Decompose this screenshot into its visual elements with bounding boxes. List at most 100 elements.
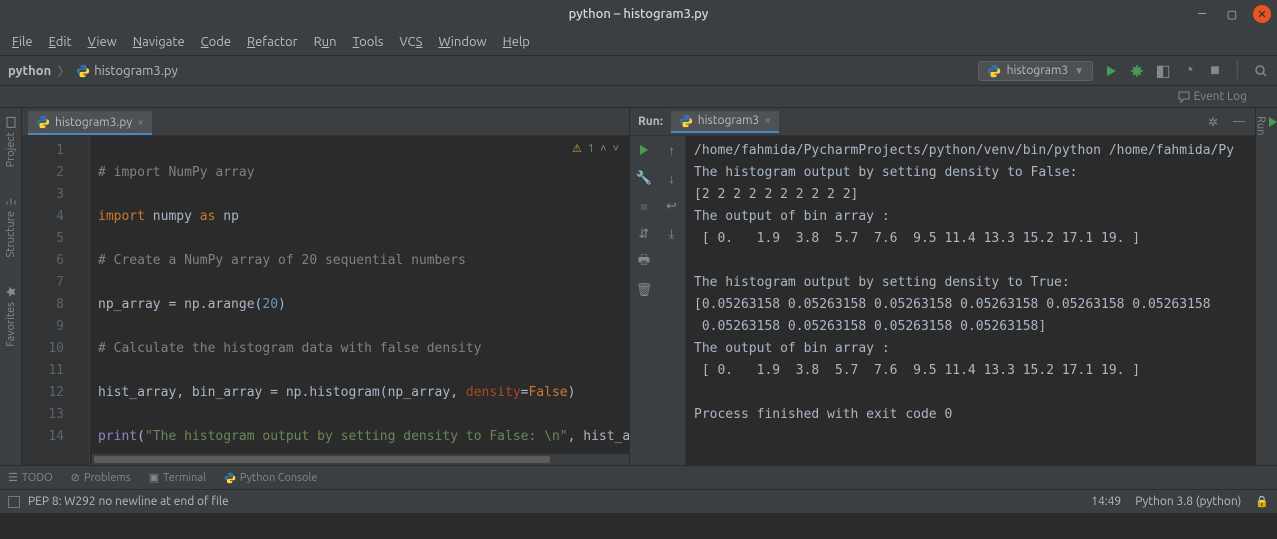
tool-window-problems[interactable]: ⊘Problems	[71, 471, 131, 484]
project-icon	[5, 116, 17, 128]
soft-wrap-button[interactable]: ↩	[664, 198, 680, 214]
main-area: Project Structure Favorites histogram3.p…	[0, 108, 1277, 465]
stop-button[interactable]: ■	[1207, 63, 1223, 79]
menu-file[interactable]: File	[6, 33, 39, 51]
tool-window-todo[interactable]: ☰TODO	[8, 471, 53, 484]
sidebar-tab-project[interactable]: Project	[5, 112, 17, 171]
run-button[interactable]	[1103, 63, 1119, 79]
run-icon	[1267, 116, 1277, 128]
run-tab-active[interactable]: histogram3 ×	[671, 111, 779, 133]
line-gutter: 1234567891011121314	[22, 136, 72, 465]
run-header: Run: histogram3 × ✲ —	[630, 108, 1255, 136]
nav-toolbar: python 〉 histogram3.py histogram3 ▼ ◧ ◔ …	[0, 56, 1277, 86]
main-menubar: File Edit View Navigate Code Refactor Ru…	[0, 28, 1277, 56]
minimize-button[interactable]: ─	[1193, 5, 1211, 23]
status-message: PEP 8: W292 no newline at end of file	[28, 495, 229, 508]
tool-button[interactable]: 🔧	[636, 170, 652, 186]
delete-button[interactable]: 🗑	[636, 282, 652, 298]
gutter-border	[72, 136, 90, 465]
code-area[interactable]: # import NumPy array import numpy as np …	[90, 136, 629, 465]
inspection-count: 1	[588, 143, 594, 155]
window-controls: ─ ▢ ✕	[1193, 5, 1271, 23]
right-tool-strip: Run	[1255, 108, 1277, 465]
chevron-down-icon: ▼	[1074, 65, 1084, 77]
interpreter-label[interactable]: Python 3.8 (python)	[1135, 495, 1241, 508]
menu-vcs[interactable]: VCS	[393, 33, 428, 51]
menu-view[interactable]: View	[82, 33, 123, 51]
speech-bubble-icon	[1178, 91, 1190, 103]
run-toolbar-1: 🔧 ■ ⇵ 🖶 🗑	[630, 136, 658, 465]
left-tool-strip: Project Structure Favorites	[0, 108, 22, 465]
editor-tab-active[interactable]: histogram3.py ×	[28, 111, 152, 135]
menu-window[interactable]: Window	[432, 33, 492, 51]
problems-icon: ⊘	[71, 471, 80, 484]
close-icon[interactable]: ×	[764, 114, 771, 127]
breadcrumb: python 〉 histogram3.py	[8, 61, 178, 80]
close-button[interactable]: ✕	[1253, 5, 1271, 23]
lock-icon[interactable]: 🔒	[1255, 495, 1269, 508]
debug-button[interactable]	[1129, 63, 1145, 79]
chevron-down-icon[interactable]: ˅	[613, 143, 619, 155]
statusbar-tool-button[interactable]	[8, 496, 20, 508]
sidebar-tab-favorites[interactable]: Favorites	[5, 282, 17, 351]
python-file-icon	[36, 115, 50, 129]
rerun-button[interactable]	[636, 142, 652, 158]
editor-tab-label: histogram3.py	[55, 116, 132, 129]
menu-navigate[interactable]: Navigate	[127, 33, 191, 51]
minimize-tool-window-button[interactable]: —	[1231, 114, 1247, 130]
tool-window-python-console[interactable]: Python Console	[224, 472, 317, 484]
python-file-icon	[76, 64, 90, 78]
tool-window-terminal[interactable]: ▣Terminal	[149, 471, 206, 484]
run-tool-window: Run: histogram3 × ✲ — 🔧 ■ ⇵ 🖶 🗑 ↑	[629, 108, 1255, 465]
chevron-up-icon[interactable]: ˄	[600, 143, 606, 155]
event-log-button[interactable]: Event Log	[1178, 90, 1247, 103]
menu-code[interactable]: Code	[195, 33, 237, 51]
settings-icon[interactable]: ✲	[1205, 114, 1221, 130]
search-everywhere-button[interactable]	[1253, 63, 1269, 79]
up-button[interactable]: ↑	[664, 142, 680, 158]
run-tab-label: histogram3	[698, 114, 759, 127]
maximize-button[interactable]: ▢	[1223, 5, 1241, 23]
horizontal-scrollbar[interactable]	[92, 454, 629, 465]
run-body: 🔧 ■ ⇵ 🖶 🗑 ↑ ↓ ↩ ⤓ /home/fahmida/PycharmP…	[630, 136, 1255, 465]
menu-tools[interactable]: Tools	[347, 33, 390, 51]
run-config-selector[interactable]: histogram3 ▼	[978, 61, 1093, 81]
console-output[interactable]: /home/fahmida/PycharmProjects/python/ven…	[686, 136, 1255, 465]
warning-icon: ⚠	[572, 142, 582, 155]
profile-button[interactable]: ◔	[1181, 63, 1197, 79]
breadcrumb-project[interactable]: python	[8, 64, 51, 78]
bottom-tool-bar: ☰TODO ⊘Problems ▣Terminal Python Console	[0, 465, 1277, 489]
structure-icon	[5, 195, 17, 207]
editor-pane: histogram3.py × ⚠ 1 ˄ ˅ 1234567891011121…	[22, 108, 629, 465]
python-icon	[987, 64, 1001, 78]
down-button[interactable]: ↓	[664, 170, 680, 186]
todo-icon: ☰	[8, 471, 18, 484]
editor-body[interactable]: ⚠ 1 ˄ ˅ 1234567891011121314 # import Num…	[22, 136, 629, 465]
run-toolbar-2: ↑ ↓ ↩ ⤓	[658, 136, 686, 465]
sidebar-tab-run[interactable]: Run	[1255, 112, 1277, 139]
window-title: python – histogram3.py	[569, 7, 709, 21]
layout-button[interactable]: ⇵	[636, 226, 652, 242]
window-titlebar: python – histogram3.py ─ ▢ ✕	[0, 0, 1277, 28]
editor-tabs: histogram3.py ×	[22, 108, 629, 136]
python-icon	[679, 114, 693, 128]
menu-refactor[interactable]: Refactor	[241, 33, 304, 51]
menu-edit[interactable]: Edit	[43, 33, 78, 51]
menu-run[interactable]: Run	[308, 33, 343, 51]
terminal-icon: ▣	[149, 471, 159, 484]
run-config-label: histogram3	[1007, 64, 1068, 77]
run-with-coverage-button[interactable]: ◧	[1155, 63, 1171, 79]
sidebar-tab-structure[interactable]: Structure	[5, 191, 17, 262]
menu-help[interactable]: Help	[497, 33, 536, 51]
navbar-right: histogram3 ▼ ◧ ◔ ■ │	[978, 61, 1269, 81]
scroll-to-end-button[interactable]: ⤓	[664, 226, 680, 242]
python-icon	[224, 472, 236, 484]
event-log-row: Event Log	[0, 86, 1277, 108]
close-icon[interactable]: ×	[137, 116, 144, 129]
status-bar: PEP 8: W292 no newline at end of file 14…	[0, 489, 1277, 513]
stop-button[interactable]: ■	[636, 198, 652, 214]
breadcrumb-file[interactable]: histogram3.py	[76, 64, 178, 78]
cursor-position[interactable]: 14:49	[1091, 495, 1121, 508]
inspection-widget[interactable]: ⚠ 1 ˄ ˅	[572, 142, 619, 155]
print-button[interactable]: 🖶	[636, 254, 652, 270]
